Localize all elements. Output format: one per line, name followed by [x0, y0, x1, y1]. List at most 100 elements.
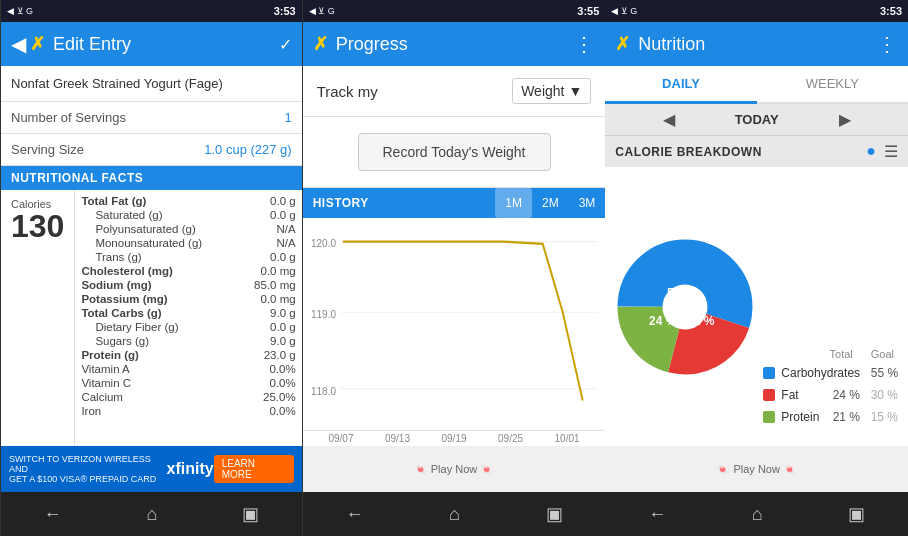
ad-line2: GET A $100 VISA® PREPAID CARD — [9, 474, 167, 484]
nutrition-header: NUTRITIONAL FACTS — [1, 166, 302, 190]
nutrient-label: Total Carbs (g) — [81, 307, 161, 319]
record-weight-button[interactable]: Record Today's Weight — [358, 133, 551, 171]
tab-2m[interactable]: 2M — [532, 188, 569, 218]
nutrient-label: Vitamin A — [81, 363, 129, 375]
x-label-4: 09/25 — [498, 433, 523, 444]
nutrient-row: Cholesterol (mg) 0.0 mg — [81, 264, 295, 278]
svg-text:119.0: 119.0 — [311, 307, 336, 320]
history-label: HISTORY — [303, 188, 379, 218]
track-select-value: Weight — [521, 83, 564, 99]
home-nav-button-3[interactable]: ⌂ — [736, 496, 779, 533]
nutrient-label: Cholesterol (mg) — [81, 265, 172, 277]
nutrient-label: Calcium — [81, 391, 123, 403]
back-nav-button-2[interactable]: ← — [329, 496, 379, 533]
status-icons-left-2: ◀ ⊻ G — [309, 6, 335, 16]
ad-bar-1: SWITCH TO VERIZON WIRELESS AND GET A $10… — [1, 446, 302, 492]
ad-bar-2: 🍬 Play Now 🍬 — [303, 446, 606, 492]
recent-nav-button-2[interactable]: ▣ — [530, 495, 579, 533]
protein-goal: 15 % — [860, 410, 898, 424]
ad-brand: xfinity — [167, 460, 214, 478]
nav-bar-2: ← ⌂ ▣ — [303, 492, 606, 536]
protein-label: Protein — [781, 410, 822, 424]
confirm-button[interactable]: ✓ — [279, 35, 292, 54]
panel-progress: ◀ ⊻ G 3:55 ✗ Progress ⋮ Track my Weight … — [303, 0, 606, 536]
panel-nutrition: ◀ ⊻ G 3:53 ✗ Nutrition ⋮ DAILY WEEKLY ◀ … — [605, 0, 908, 536]
nutrient-row: Sugars (g)9.0 g — [81, 334, 295, 348]
menu-button-3[interactable]: ⋮ — [877, 32, 898, 56]
serving-size-row: Serving Size 1.0 cup (227 g) — [1, 134, 302, 166]
status-time-1: 3:53 — [274, 5, 296, 17]
status-time-3: 3:53 — [880, 5, 902, 17]
fat-pct: 24 % — [822, 388, 860, 402]
record-btn-area: Record Today's Weight — [303, 117, 606, 188]
legend-row-carbs: Carbohydrates 55 % 55 % — [763, 366, 898, 380]
nutrient-value: 0.0 g — [270, 251, 296, 263]
nutrient-label: Dietary Fiber (g) — [95, 321, 178, 333]
carbs-color — [763, 367, 775, 379]
back-nav-button-1[interactable]: ← — [27, 496, 77, 533]
nutrient-value: 0.0 mg — [261, 265, 296, 277]
nutrient-value: 0.0 mg — [261, 293, 296, 305]
track-select[interactable]: Weight ▼ — [512, 78, 591, 104]
dropdown-arrow-icon: ▼ — [568, 83, 582, 99]
tab-3m[interactable]: 3M — [569, 188, 606, 218]
carbs-goal: 55 % — [898, 366, 908, 380]
serving-size-value[interactable]: 1.0 cup (227 g) — [204, 142, 291, 157]
list-view-icon[interactable]: ☰ — [884, 142, 898, 161]
fat-goal: 30 % — [860, 388, 898, 402]
top-bar-1: ◀ ✗ Edit Entry ✓ — [1, 22, 302, 66]
protein-pct: 21 % — [822, 410, 860, 424]
servings-value[interactable]: 1 — [284, 110, 291, 125]
nutrient-value: 25.0% — [263, 391, 296, 403]
pie-chart-icon[interactable]: ● — [866, 142, 876, 161]
nutrient-row: Polyunsaturated (g)N/A — [81, 222, 295, 236]
nutrient-value: 23.0 g — [264, 349, 296, 361]
calories-block: Calories 130 — [1, 190, 75, 446]
nutrition-table: Total Fat (g)0.0 gSaturated (g)0.0 gPoly… — [75, 190, 301, 446]
recent-nav-button-3[interactable]: ▣ — [832, 495, 881, 533]
home-nav-button-2[interactable]: ⌂ — [433, 496, 476, 533]
svg-text:24 %: 24 % — [649, 314, 677, 328]
svg-text:55 %: 55 % — [667, 285, 697, 300]
home-nav-button-1[interactable]: ⌂ — [130, 496, 173, 533]
nutrient-value: 9.0 g — [270, 335, 296, 347]
svg-text:118.0: 118.0 — [311, 384, 336, 397]
x-label-5: 10/01 — [555, 433, 580, 444]
ad-placeholder-2: 🍬 Play Now 🍬 — [414, 463, 495, 476]
ad-button[interactable]: LEARN MORE — [214, 455, 294, 483]
nutrient-label: Polyunsaturated (g) — [95, 223, 195, 235]
servings-label: Number of Servings — [11, 110, 126, 125]
x-label-1: 09/07 — [328, 433, 353, 444]
legend-row-fat: Fat 24 % 30 % — [763, 388, 898, 402]
nutrient-value: 0.0 g — [270, 195, 296, 207]
ad-text: SWITCH TO VERIZON WIRELESS AND GET A $10… — [9, 454, 167, 484]
nutrient-label: Saturated (g) — [95, 209, 162, 221]
serving-size-label: Serving Size — [11, 142, 84, 157]
nutrient-value: 85.0 mg — [254, 279, 296, 291]
next-date-button[interactable]: ▶ — [839, 110, 851, 129]
protein-color — [763, 411, 775, 423]
legend-header: Total Goal — [763, 348, 898, 360]
ad-placeholder-3: 🍬 Play Now 🍬 — [716, 463, 797, 476]
tab-weekly[interactable]: WEEKLY — [757, 66, 908, 104]
page-title-1: Edit Entry — [53, 34, 279, 55]
tab-daily[interactable]: DAILY — [605, 66, 756, 104]
nutrition-tabs: DAILY WEEKLY — [605, 66, 908, 104]
legend-total-header: Total — [830, 348, 853, 360]
nutrient-value: 0.0 g — [270, 209, 296, 221]
back-nav-button-3[interactable]: ← — [632, 496, 682, 533]
current-date-label: TODAY — [735, 112, 779, 127]
chart-area: 120.0 119.0 118.0 — [303, 218, 606, 430]
recent-nav-button-1[interactable]: ▣ — [226, 495, 275, 533]
prev-date-button[interactable]: ◀ — [663, 110, 675, 129]
back-button-1[interactable]: ◀ — [11, 32, 26, 56]
nutrient-row: Potassium (mg)0.0 mg — [81, 292, 295, 306]
nutrient-row: Protein (g)23.0 g — [81, 348, 295, 362]
fat-color — [763, 389, 775, 401]
calorie-breakdown-title: CALORIE BREAKDOWN — [615, 145, 762, 159]
status-time-2: 3:55 — [577, 5, 599, 17]
nutrient-value: 0.0% — [269, 363, 295, 375]
svg-text:120.0: 120.0 — [311, 237, 336, 250]
menu-button-2[interactable]: ⋮ — [574, 32, 595, 56]
tab-1m[interactable]: 1M — [495, 188, 532, 218]
